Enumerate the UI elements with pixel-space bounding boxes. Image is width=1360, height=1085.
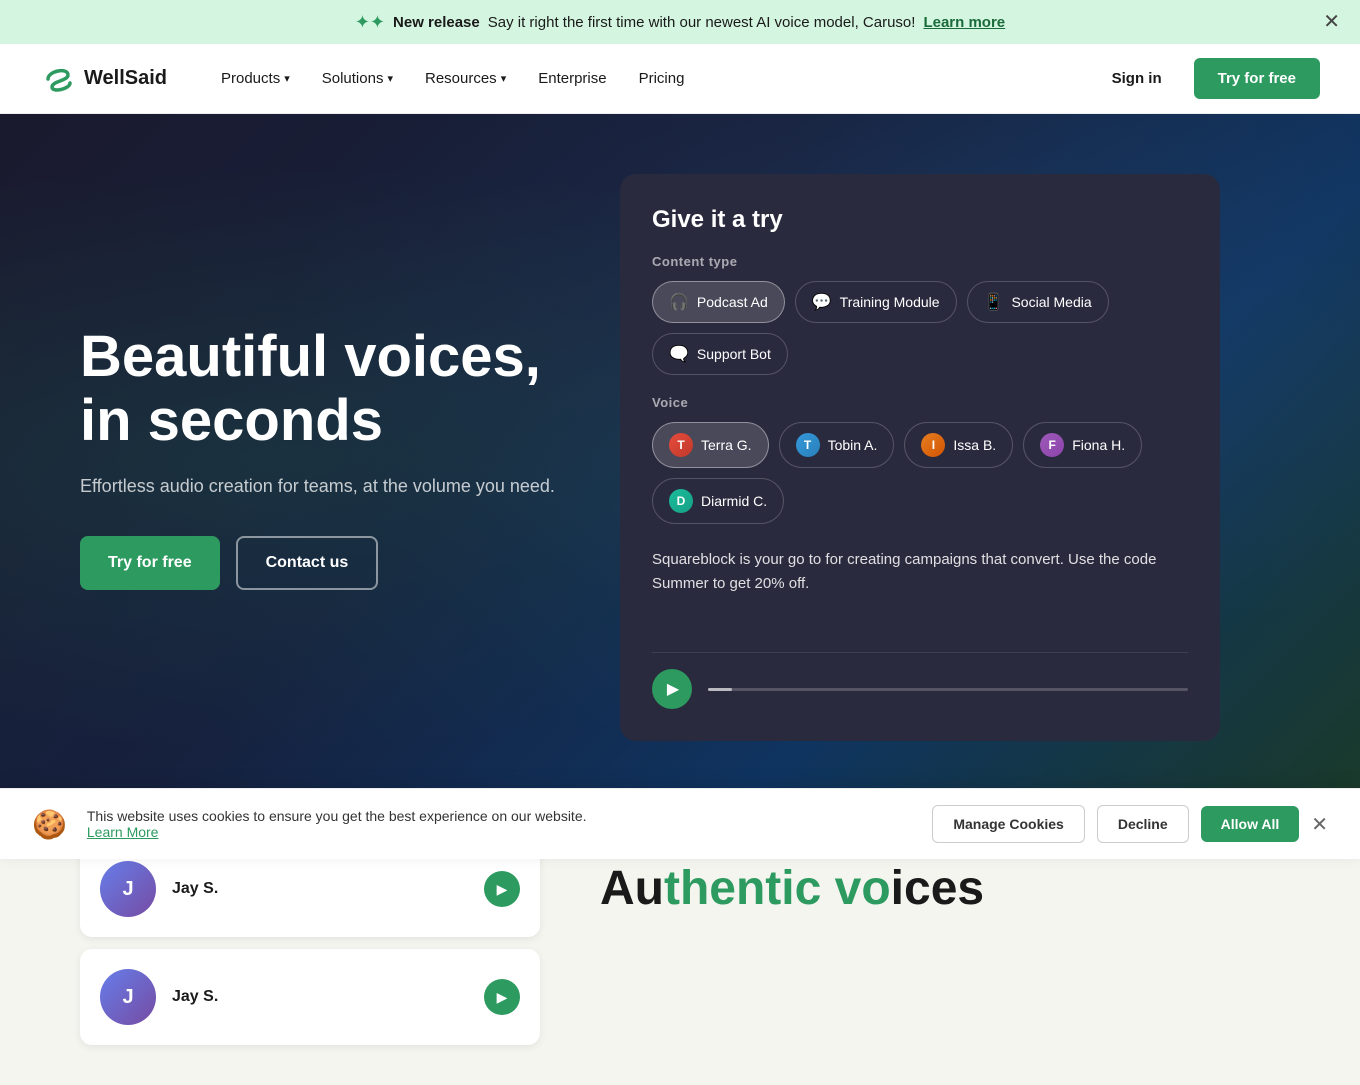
try-free-nav-button[interactable]: Try for free — [1194, 58, 1320, 99]
allow-all-cookies-button[interactable]: Allow All — [1201, 806, 1300, 842]
voice-btn-tobin[interactable]: T Tobin A. — [779, 422, 895, 468]
learn-more-link[interactable]: Learn more — [923, 14, 1005, 31]
progress-fill — [708, 688, 732, 691]
testimonial-avatar-2: J — [100, 969, 156, 1025]
avatar-issa: I — [921, 433, 945, 457]
decline-cookies-button[interactable]: Decline — [1097, 805, 1189, 843]
announcement-text: Say it right the first time with our new… — [488, 14, 916, 31]
testimonial-name-2: Jay S. — [172, 988, 218, 1006]
nav-pricing[interactable]: Pricing — [625, 62, 699, 95]
social-icon: 📱 — [984, 292, 1004, 312]
training-icon: 💬 — [812, 292, 832, 312]
voice-btn-terra[interactable]: T Terra G. — [652, 422, 769, 468]
cookie-banner: 🍪 This website uses cookies to ensure yo… — [0, 788, 1360, 859]
avatar-fiona: F — [1040, 433, 1064, 457]
cookie-learn-more-link[interactable]: Learn More — [87, 824, 159, 840]
demo-card: Give it a try Content type 🎧 Podcast Ad … — [620, 174, 1220, 741]
voice-label: Voice — [652, 395, 1188, 410]
nav-solutions[interactable]: Solutions ▾ — [308, 62, 407, 95]
hero-try-free-button[interactable]: Try for free — [80, 536, 220, 590]
products-chevron-icon: ▾ — [284, 72, 290, 85]
solutions-chevron-icon: ▾ — [387, 72, 393, 85]
main-nav: WellSaid Products ▾ Solutions ▾ Resource… — [0, 44, 1360, 114]
voice-btn-issa[interactable]: I Issa B. — [904, 422, 1013, 468]
hero-buttons: Try for free Contact us — [80, 536, 560, 590]
testimonial-cards: J Jay S. ▶ J Jay S. ▶ — [80, 841, 540, 1045]
audio-player: ▶ — [652, 652, 1188, 709]
avatar-terra: T — [669, 433, 693, 457]
demo-text: Squareblock is your go to for creating c… — [652, 548, 1188, 628]
cookie-icon: 🍪 — [32, 808, 67, 841]
cookie-close-button[interactable]: ✕ — [1311, 812, 1328, 837]
logo[interactable]: WellSaid — [40, 61, 167, 97]
testimonial-card-2: J Jay S. ▶ — [80, 949, 540, 1045]
testimonial-name-1: Jay S. — [172, 880, 218, 898]
hero-left: Beautiful voices, in seconds Effortless … — [80, 325, 560, 590]
play-button[interactable]: ▶ — [652, 669, 692, 709]
logo-icon — [40, 61, 76, 97]
hero-subtitle: Effortless audio creation for teams, at … — [80, 473, 560, 500]
nav-enterprise[interactable]: Enterprise — [524, 62, 620, 95]
hero-contact-button[interactable]: Contact us — [236, 536, 379, 590]
manage-cookies-button[interactable]: Manage Cookies — [932, 805, 1084, 843]
announcement-bar: ✦✦ New release Say it right the first ti… — [0, 0, 1360, 44]
content-btn-training-module[interactable]: 💬 Training Module — [795, 281, 957, 323]
sparkle-icon: ✦✦ — [355, 12, 385, 33]
testimonial-play-button-1[interactable]: ▶ — [484, 871, 520, 907]
content-btn-social-media[interactable]: 📱 Social Media — [967, 281, 1109, 323]
voice-btn-fiona[interactable]: F Fiona H. — [1023, 422, 1142, 468]
nav-links: Products ▾ Solutions ▾ Resources ▾ Enter… — [207, 62, 1096, 95]
hero-title: Beautiful voices, in seconds — [80, 325, 560, 453]
podcast-icon: 🎧 — [669, 292, 689, 312]
nav-products[interactable]: Products ▾ — [207, 62, 304, 95]
resources-chevron-icon: ▾ — [501, 72, 507, 85]
avatar-diarmid: D — [669, 489, 693, 513]
avatar-tobin: T — [796, 433, 820, 457]
demo-card-title: Give it a try — [652, 206, 1188, 234]
support-icon: 🗨️ — [669, 344, 689, 364]
logo-text: WellSaid — [84, 67, 167, 90]
content-btn-podcast-ad[interactable]: 🎧 Podcast Ad — [652, 281, 785, 323]
content-btn-support-bot[interactable]: 🗨️ Support Bot — [652, 333, 788, 375]
nav-actions: Sign in Try for free — [1096, 58, 1320, 99]
voice-btn-diarmid[interactable]: D Diarmid C. — [652, 478, 784, 524]
testimonial-avatar-1: J — [100, 861, 156, 917]
nav-resources[interactable]: Resources ▾ — [411, 62, 520, 95]
content-type-label: Content type — [652, 254, 1188, 269]
play-icon: ▶ — [667, 679, 679, 699]
announcement-close-button[interactable]: ✕ — [1323, 12, 1340, 32]
testimonial-play-button-2[interactable]: ▶ — [484, 979, 520, 1015]
progress-bar[interactable] — [708, 688, 1188, 691]
sign-in-button[interactable]: Sign in — [1096, 62, 1178, 95]
voice-buttons: T Terra G. T Tobin A. I Issa B. F Fiona … — [652, 422, 1188, 524]
cookie-actions: Manage Cookies Decline Allow All ✕ — [932, 805, 1328, 843]
announcement-badge: New release — [393, 14, 480, 31]
hero-section: Beautiful voices, in seconds Effortless … — [0, 114, 1360, 801]
content-type-buttons: 🎧 Podcast Ad 💬 Training Module 📱 Social … — [652, 281, 1188, 375]
cookie-text: This website uses cookies to ensure you … — [87, 808, 912, 840]
